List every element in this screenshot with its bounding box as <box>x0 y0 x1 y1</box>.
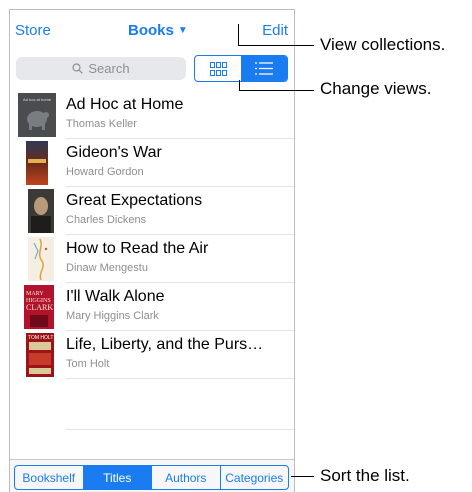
callout-change-views: Change views. <box>320 79 432 98</box>
cover-text-line-1: MARY <box>26 291 44 297</box>
book-author: Charles Dickens <box>66 214 147 226</box>
view-mode-control <box>194 55 288 82</box>
book-cover-ill-walk-alone: MARY HIGGINS CLARK <box>18 285 56 329</box>
book-cover-great-expectations <box>18 189 56 233</box>
bottom-toolbar: Bookshelf Titles Authors Categories <box>10 459 294 492</box>
grid-view-button[interactable] <box>195 56 241 81</box>
book-title: Gideon's War <box>66 144 162 161</box>
book-row[interactable]: Ad hoc at home Ad Hoc at Home Thomas Kel… <box>10 91 294 139</box>
search-field[interactable]: Search <box>16 57 186 80</box>
callout-leader-change-views-vertical <box>239 80 240 90</box>
callout-view-collections: View collections. <box>320 35 446 54</box>
book-row[interactable]: Gideon's War Howard Gordon <box>10 139 294 187</box>
book-cover-life-liberty: TOM HOLT <box>18 333 56 377</box>
collections-label: Books <box>128 22 174 39</box>
triangle-down-icon: ▼ <box>177 25 188 36</box>
book-title: I'll Walk Alone <box>66 288 165 305</box>
grid-icon <box>209 61 227 76</box>
cover-text-ad-hoc: Ad hoc at home <box>23 97 52 102</box>
book-row[interactable]: Great Expectations Charles Dickens <box>10 187 294 235</box>
book-row[interactable]: MARY HIGGINS CLARK I'll Walk Alone Mary … <box>10 283 294 331</box>
row-divider <box>66 378 294 379</box>
edit-button[interactable]: Edit <box>262 22 288 39</box>
book-author: Mary Higgins Clark <box>66 310 159 322</box>
sort-tab-authors[interactable]: Authors <box>152 466 221 489</box>
collections-button[interactable]: Books ▼ <box>128 22 188 39</box>
navigation-bar: Store Books ▼ Edit <box>10 10 294 54</box>
book-list: Ad hoc at home Ad Hoc at Home Thomas Kel… <box>10 91 294 379</box>
book-cover-gideons-war <box>18 141 56 185</box>
callout-leader-view-collections-horizontal <box>238 45 314 46</box>
cover-text-line-3: CLARK <box>26 303 53 312</box>
book-title: Great Expectations <box>66 192 203 209</box>
search-icon <box>72 63 84 74</box>
sort-tab-titles[interactable]: Titles <box>83 466 152 489</box>
cover-text-author: TOM HOLT <box>28 335 53 341</box>
list-icon <box>255 62 273 75</box>
ibooks-screen: Store Books ▼ Edit Search Ad hoc at home… <box>9 9 295 492</box>
callout-sort-list: Sort the list. <box>320 466 410 485</box>
book-title: Life, Liberty, and the Purs… <box>66 336 264 353</box>
book-title: Ad Hoc at Home <box>66 96 184 113</box>
callout-leader-sort-list <box>291 476 314 477</box>
book-author: Howard Gordon <box>66 166 144 178</box>
store-button[interactable]: Store <box>15 22 51 39</box>
book-author: Tom Holt <box>66 358 110 370</box>
book-row[interactable]: How to Read the Air Dinaw Mengestu <box>10 235 294 283</box>
book-author: Dinaw Mengestu <box>66 262 148 274</box>
sort-control: Bookshelf Titles Authors Categories <box>14 465 289 490</box>
book-title: How to Read the Air <box>66 240 209 257</box>
callout-leader-view-collections-vertical <box>238 24 239 45</box>
search-placeholder: Search <box>88 61 130 76</box>
sort-tab-categories[interactable]: Categories <box>221 466 289 489</box>
book-cover-ad-hoc: Ad hoc at home <box>18 93 56 137</box>
book-row[interactable]: TOM HOLT Life, Liberty, and the Purs… To… <box>10 331 294 379</box>
row-divider <box>66 429 294 430</box>
list-view-button[interactable] <box>241 56 287 81</box>
book-author: Thomas Keller <box>66 118 137 130</box>
sort-tab-bookshelf[interactable]: Bookshelf <box>15 466 84 489</box>
callout-leader-change-views-horizontal <box>239 90 314 91</box>
book-cover-how-to-read-the-air <box>18 237 56 281</box>
